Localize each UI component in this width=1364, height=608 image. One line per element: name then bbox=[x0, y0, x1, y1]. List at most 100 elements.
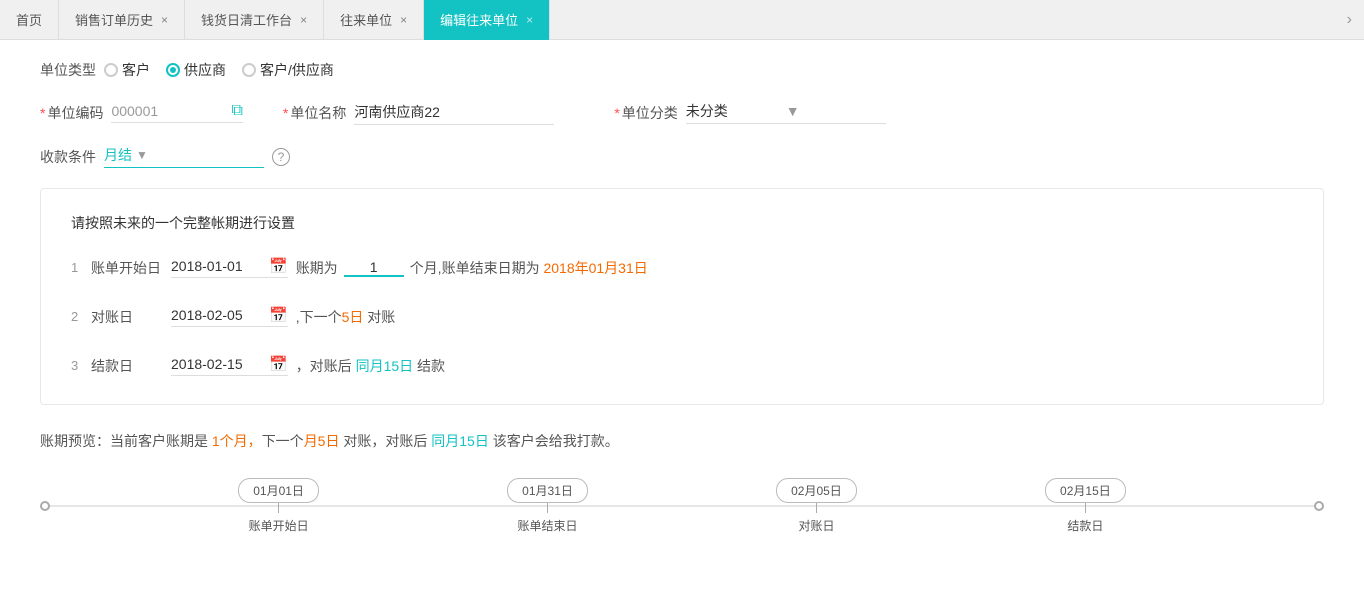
point-bubble-2: 01月31日 bbox=[507, 478, 588, 503]
settings-title: 请按照未来的一个完整帐期进行设置 bbox=[71, 213, 1293, 233]
point-bubble-1: 01月01日 bbox=[238, 478, 319, 503]
radio-supplier[interactable]: 供应商 bbox=[166, 60, 226, 80]
tab-bar: 首页 销售订单历史 × 钱货日清工作台 × 往来单位 × 编辑往来单位 × › bbox=[0, 0, 1364, 40]
months-input[interactable] bbox=[344, 259, 404, 277]
point-bubble-4: 02月15日 bbox=[1045, 478, 1126, 503]
radio-group: 客户 供应商 客户/供应商 bbox=[104, 60, 334, 80]
timeline: 01月01日 账单开始日 01月31日 账单结束日 02月05日 对账日 bbox=[40, 478, 1324, 534]
timeline-point-3: 02月05日 对账日 bbox=[776, 478, 857, 534]
point-bubble-3: 02月05日 bbox=[776, 478, 857, 503]
main-content: 单位类型 客户 供应商 客户/供应商 * 单位编码 bbox=[0, 40, 1364, 608]
tab-sales-history-label: 销售订单历史 bbox=[75, 10, 153, 29]
unit-name-group: * 单位名称 bbox=[283, 100, 554, 125]
tab-partner[interactable]: 往来单位 × bbox=[324, 0, 424, 40]
tab-home-label: 首页 bbox=[16, 10, 42, 29]
calendar-icon-2[interactable]: 📅 bbox=[269, 306, 288, 324]
unit-category-star: * bbox=[614, 105, 619, 121]
date-input-1[interactable] bbox=[171, 258, 261, 274]
unit-code-label: 单位编码 bbox=[47, 103, 103, 123]
calendar-icon-1[interactable]: 📅 bbox=[269, 257, 288, 275]
preview-section: 账期预览：当前客户账期是 1个月，下一个月5日 对账，对账后 同月15日 该客户… bbox=[40, 429, 1324, 534]
tab-edit-partner[interactable]: 编辑往来单位 × bbox=[424, 0, 550, 40]
tab-partner-label: 往来单位 bbox=[340, 10, 392, 29]
timeline-point-2: 01月31日 账单结束日 bbox=[507, 478, 588, 534]
setting-row-3: 3 结款日 📅 ，对账后 同月15日 结款 bbox=[71, 355, 1293, 376]
tab-sales-history[interactable]: 销售订单历史 × bbox=[59, 0, 185, 40]
date-field-3: 📅 bbox=[171, 355, 288, 376]
payment-condition-select[interactable]: 月结 ▼ bbox=[104, 145, 264, 168]
radio-both[interactable]: 客户/供应商 bbox=[242, 60, 334, 80]
tick-3 bbox=[816, 503, 817, 513]
tab-expand-icon[interactable]: › bbox=[1335, 11, 1364, 29]
unit-name-star: * bbox=[283, 105, 288, 121]
unit-type-row: 单位类型 客户 供应商 客户/供应商 bbox=[40, 60, 1324, 80]
radio-customer[interactable]: 客户 bbox=[104, 60, 150, 80]
payment-condition-label: 收款条件 bbox=[40, 147, 96, 167]
setting-index-1: 1 bbox=[71, 260, 91, 275]
radio-supplier-label: 供应商 bbox=[184, 60, 226, 80]
setting-desc-2: ,下一个5日 对账 bbox=[296, 307, 396, 327]
point-label-3: 对账日 bbox=[798, 517, 834, 534]
unit-name-input[interactable] bbox=[354, 100, 554, 125]
tick-1 bbox=[278, 503, 279, 513]
timeline-point-4: 02月15日 结款日 bbox=[1045, 478, 1126, 534]
tab-cash-desk[interactable]: 钱货日清工作台 × bbox=[185, 0, 324, 40]
unit-category-select[interactable]: 未分类 ▼ bbox=[686, 101, 886, 124]
date-field-1: 📅 bbox=[171, 257, 288, 278]
setting-index-2: 2 bbox=[71, 309, 91, 324]
setting-desc-1a: 账期为 bbox=[296, 258, 338, 278]
payment-condition-value: 月结 bbox=[104, 145, 132, 165]
radio-customer-label: 客户 bbox=[122, 60, 150, 80]
unit-category-group: * 单位分类 未分类 ▼ bbox=[614, 101, 885, 124]
preview-reconcile: 月5日 bbox=[304, 433, 340, 449]
radio-supplier-circle bbox=[166, 63, 180, 77]
date-field-2: 📅 bbox=[171, 306, 288, 327]
setting-desc-1b: 个月,账单结束日期为 2018年01月31日 bbox=[410, 258, 648, 278]
radio-both-label: 客户/供应商 bbox=[260, 60, 334, 80]
payment-highlight: 同月15日 bbox=[356, 358, 414, 374]
tick-2 bbox=[547, 503, 548, 513]
setting-label-3: 结款日 bbox=[91, 356, 171, 376]
tab-cash-desk-close[interactable]: × bbox=[300, 13, 307, 27]
preview-period: 1个月， bbox=[212, 433, 262, 449]
unit-category-value: 未分类 bbox=[686, 101, 786, 121]
point-label-1: 账单开始日 bbox=[249, 517, 309, 534]
unit-code-input-wrapper: ⧉ bbox=[111, 102, 242, 123]
payment-condition-row: 收款条件 月结 ▼ ? bbox=[40, 145, 1324, 168]
setting-row-1: 1 账单开始日 📅 账期为 个月,账单结束日期为 2018年01月31日 bbox=[71, 257, 1293, 278]
unit-code-group: * 单位编码 ⧉ bbox=[40, 102, 243, 123]
tab-partner-close[interactable]: × bbox=[400, 13, 407, 27]
setting-row-2: 2 对账日 📅 ,下一个5日 对账 bbox=[71, 306, 1293, 327]
unit-name-label: 单位名称 bbox=[290, 103, 346, 123]
unit-category-label: 单位分类 bbox=[622, 103, 678, 123]
unit-details-row: * 单位编码 ⧉ * 单位名称 * 单位分类 未分类 ▼ bbox=[40, 100, 1324, 125]
setting-desc-3: ，对账后 同月15日 结款 bbox=[296, 356, 445, 376]
unit-type-group: 单位类型 客户 供应商 客户/供应商 bbox=[40, 60, 334, 80]
date-input-2[interactable] bbox=[171, 307, 261, 323]
tab-edit-partner-label: 编辑往来单位 bbox=[440, 10, 518, 29]
unit-code-star: * bbox=[40, 105, 45, 121]
tick-4 bbox=[1085, 503, 1086, 513]
point-label-4: 结款日 bbox=[1067, 517, 1103, 534]
timeline-point-1: 01月01日 账单开始日 bbox=[238, 478, 319, 534]
point-label-2: 账单结束日 bbox=[518, 517, 578, 534]
tab-edit-partner-close[interactable]: × bbox=[526, 13, 533, 27]
tab-home[interactable]: 首页 bbox=[0, 0, 59, 40]
settings-box: 请按照未来的一个完整帐期进行设置 1 账单开始日 📅 账期为 个月,账单结束日期… bbox=[40, 188, 1324, 405]
payment-condition-chevron-icon: ▼ bbox=[136, 148, 148, 162]
payment-condition-help-icon[interactable]: ? bbox=[272, 148, 290, 166]
tab-sales-history-close[interactable]: × bbox=[161, 13, 168, 27]
radio-customer-circle bbox=[104, 63, 118, 77]
unit-type-label: 单位类型 bbox=[40, 60, 96, 80]
end-date-highlight: 2018年01月31日 bbox=[543, 260, 647, 276]
unit-code-input[interactable] bbox=[111, 103, 231, 119]
unit-code-copy-icon[interactable]: ⧉ bbox=[231, 102, 242, 120]
setting-index-3: 3 bbox=[71, 358, 91, 373]
reconcile-highlight: 5日 bbox=[342, 309, 364, 325]
calendar-icon-3[interactable]: 📅 bbox=[269, 355, 288, 373]
date-input-3[interactable] bbox=[171, 356, 261, 372]
timeline-start-dot bbox=[40, 501, 50, 511]
payment-condition-group: 收款条件 月结 ▼ ? bbox=[40, 145, 290, 168]
timeline-track: 01月01日 账单开始日 01月31日 账单结束日 02月05日 对账日 bbox=[50, 478, 1314, 534]
setting-label-1: 账单开始日 bbox=[91, 258, 171, 278]
